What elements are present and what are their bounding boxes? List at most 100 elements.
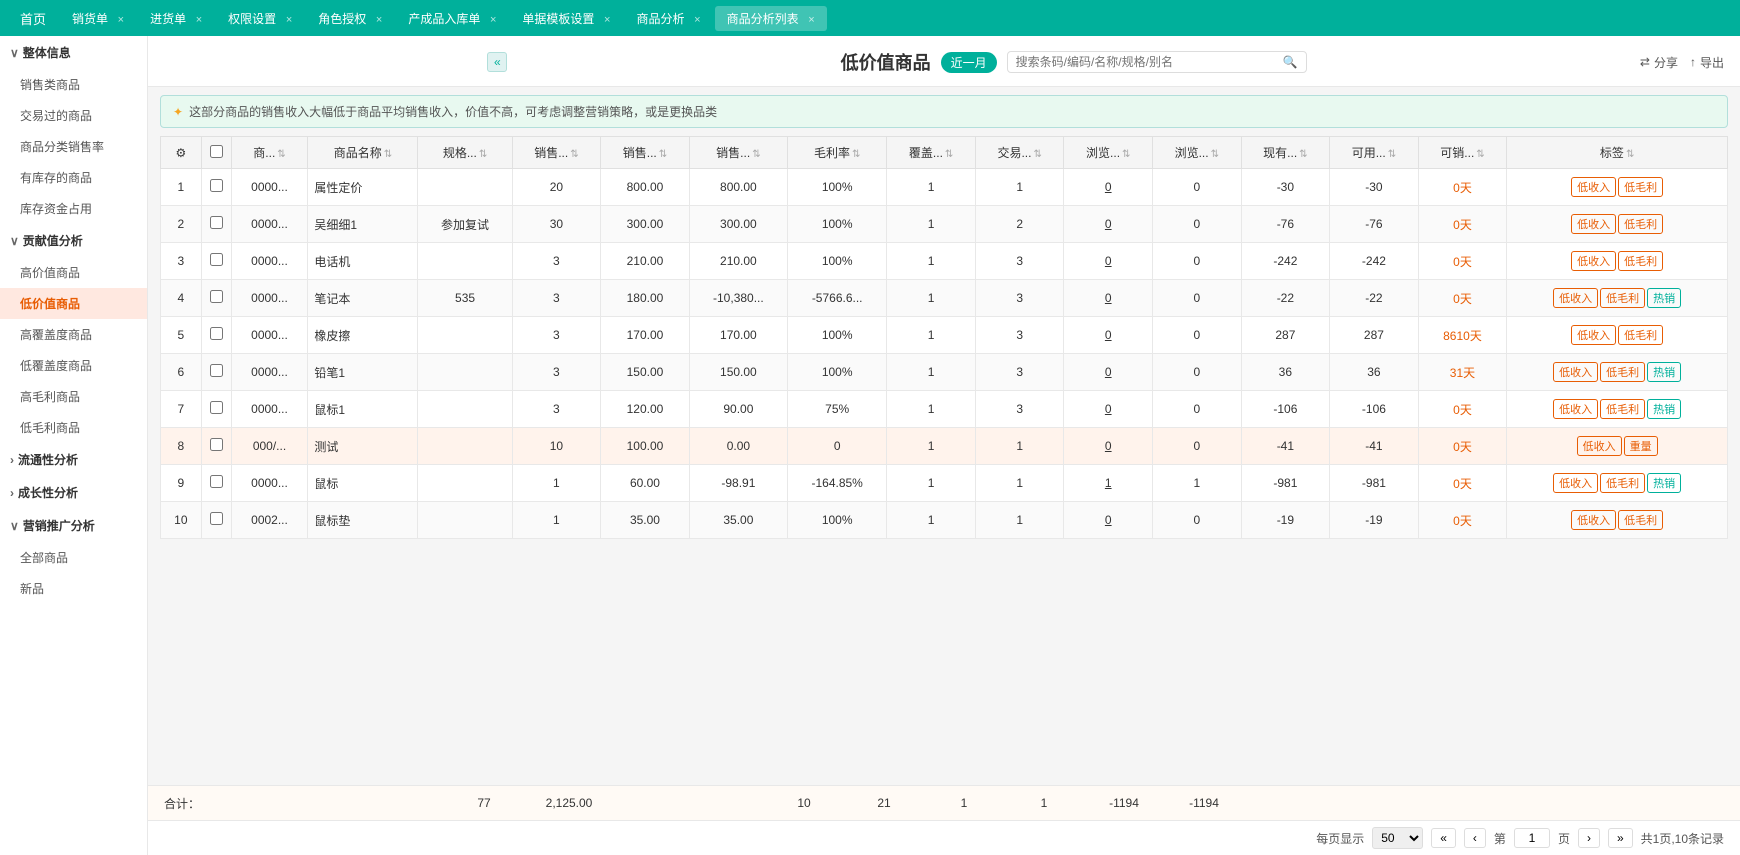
nav-template-close[interactable]: × [604,14,610,26]
page-number-input[interactable] [1514,828,1550,848]
nav-purchase-close[interactable]: × [196,14,202,26]
last-page-btn[interactable]: » [1608,828,1633,848]
search-box[interactable]: 🔍 [1007,51,1307,73]
nav-goods-analysis[interactable]: 商品分析 × [624,6,712,31]
filter-recent-month[interactable]: 近一月 [941,52,997,73]
col-views1[interactable]: 浏览...⇅ [1064,137,1153,169]
col-settings[interactable]: ⚙ [161,137,202,169]
share-button[interactable]: ⇄ 分享 [1640,54,1678,71]
col-spec[interactable]: 规格...⇅ [418,137,512,169]
views1-link[interactable]: 0 [1105,217,1112,231]
row-views1[interactable]: 0 [1064,206,1153,243]
search-icon[interactable]: 🔍 [1283,55,1298,69]
table-row[interactable]: 1 0000... 属性定价 20 800.00 800.00 100% 1 1… [161,169,1728,206]
row-checkbox[interactable] [210,512,223,525]
row-name[interactable]: 吴细细1 [308,206,418,243]
row-checkbox[interactable] [210,290,223,303]
row-name[interactable]: 铅笔1 [308,354,418,391]
nav-permission[interactable]: 权限设置 × [216,6,304,31]
row-name[interactable]: 属性定价 [308,169,418,206]
col-views2[interactable]: 浏览...⇅ [1153,137,1242,169]
row-checkbox-cell[interactable] [201,354,231,391]
row-views1[interactable]: 0 [1064,317,1153,354]
sidebar-item-high-coverage[interactable]: 高覆盖度商品 [0,319,147,350]
views1-link[interactable]: 0 [1105,328,1112,342]
nav-goods-analysis-close[interactable]: × [694,14,700,26]
search-input[interactable] [1016,55,1283,69]
views1-link[interactable]: 0 [1105,513,1112,527]
row-checkbox[interactable] [210,216,223,229]
row-checkbox-cell[interactable] [201,502,231,539]
row-checkbox-cell[interactable] [201,391,231,428]
row-checkbox[interactable] [210,438,223,451]
first-page-btn[interactable]: « [1431,828,1456,848]
row-checkbox[interactable] [210,179,223,192]
prev-page-btn[interactable]: ‹ [1464,828,1486,848]
row-checkbox-cell[interactable] [201,206,231,243]
sidebar-item-high-value[interactable]: 高价值商品 [0,257,147,288]
views1-link[interactable]: 0 [1105,365,1112,379]
sidebar-item-sales-goods[interactable]: 销售类商品 [0,69,147,100]
sidebar-item-low-value[interactable]: 低价值商品 [0,288,147,319]
row-views1[interactable]: 0 [1064,502,1153,539]
row-checkbox-cell[interactable] [201,280,231,317]
row-views1[interactable]: 0 [1064,280,1153,317]
row-views1[interactable]: 0 [1064,391,1153,428]
col-checkbox[interactable] [201,137,231,169]
row-name[interactable]: 笔记本 [308,280,418,317]
sidebar-item-high-margin[interactable]: 高毛利商品 [0,381,147,412]
sidebar-item-stock-goods[interactable]: 有库存的商品 [0,162,147,193]
nav-purchase[interactable]: 进货单 × [138,6,214,31]
sidebar-item-low-coverage[interactable]: 低覆盖度商品 [0,350,147,381]
col-transactions[interactable]: 交易...⇅ [975,137,1064,169]
row-checkbox[interactable] [210,327,223,340]
sidebar-group-growth[interactable]: › 成长性分析 [0,476,147,509]
row-name[interactable]: 橡皮擦 [308,317,418,354]
sidebar-group-contribution[interactable]: ∨ 贡献值分析 [0,224,147,257]
row-views1[interactable]: 0 [1064,169,1153,206]
row-checkbox-cell[interactable] [201,169,231,206]
nav-goods-list-close[interactable]: × [808,14,814,26]
col-available[interactable]: 可用...⇅ [1330,137,1419,169]
views1-link[interactable]: 0 [1105,439,1112,453]
row-checkbox-cell[interactable] [201,243,231,280]
table-row[interactable]: 9 0000... 鼠标 1 60.00 -98.91 -164.85% 1 1… [161,465,1728,502]
sidebar-item-all-goods[interactable]: 全部商品 [0,542,147,573]
nav-role-close[interactable]: × [376,14,382,26]
row-name[interactable]: 鼠标1 [308,391,418,428]
row-checkbox[interactable] [210,364,223,377]
col-sellable[interactable]: 可销...⇅ [1418,137,1507,169]
sidebar-group-circulation[interactable]: › 流通性分析 [0,443,147,476]
views1-link[interactable]: 1 [1105,476,1112,490]
views1-link[interactable]: 0 [1105,402,1112,416]
col-name[interactable]: 商品名称⇅ [308,137,418,169]
table-row[interactable]: 10 0002... 鼠标垫 1 35.00 35.00 100% 1 1 0 … [161,502,1728,539]
nav-permission-close[interactable]: × [286,14,292,26]
row-name[interactable]: 电话机 [308,243,418,280]
nav-sales-close[interactable]: × [118,14,124,26]
views1-link[interactable]: 0 [1105,254,1112,268]
row-checkbox[interactable] [210,475,223,488]
table-row[interactable]: 4 0000... 笔记本 535 3 180.00 -10,380... -5… [161,280,1728,317]
sidebar-item-low-margin[interactable]: 低毛利商品 [0,412,147,443]
col-sales-profit[interactable]: 销售...⇅ [689,137,787,169]
col-tags[interactable]: 标签⇅ [1507,137,1728,169]
row-checkbox-cell[interactable] [201,428,231,465]
collapse-sidebar-btn[interactable]: « [487,52,507,72]
per-page-select[interactable]: 50 100 200 [1372,827,1423,849]
nav-template[interactable]: 单据模板设置 × [510,6,622,31]
col-sales-amount[interactable]: 销售...⇅ [601,137,690,169]
views1-link[interactable]: 0 [1105,180,1112,194]
nav-home[interactable]: 首页 [8,5,58,32]
table-row[interactable]: 8 000/... 测试 10 100.00 0.00 0 1 1 0 0 -4… [161,428,1728,465]
nav-product-in[interactable]: 产成品入库单 × [396,6,508,31]
select-all-checkbox[interactable] [210,145,223,158]
table-row[interactable]: 5 0000... 橡皮擦 3 170.00 170.00 100% 1 3 0… [161,317,1728,354]
table-row[interactable]: 2 0000... 吴细细1 参加复试 30 300.00 300.00 100… [161,206,1728,243]
col-sales-qty[interactable]: 销售...⇅ [512,137,601,169]
row-name[interactable]: 鼠标 [308,465,418,502]
row-name[interactable]: 鼠标垫 [308,502,418,539]
row-views1[interactable]: 1 [1064,465,1153,502]
sidebar-item-stock-capital[interactable]: 库存资金占用 [0,193,147,224]
next-page-btn[interactable]: › [1578,828,1600,848]
